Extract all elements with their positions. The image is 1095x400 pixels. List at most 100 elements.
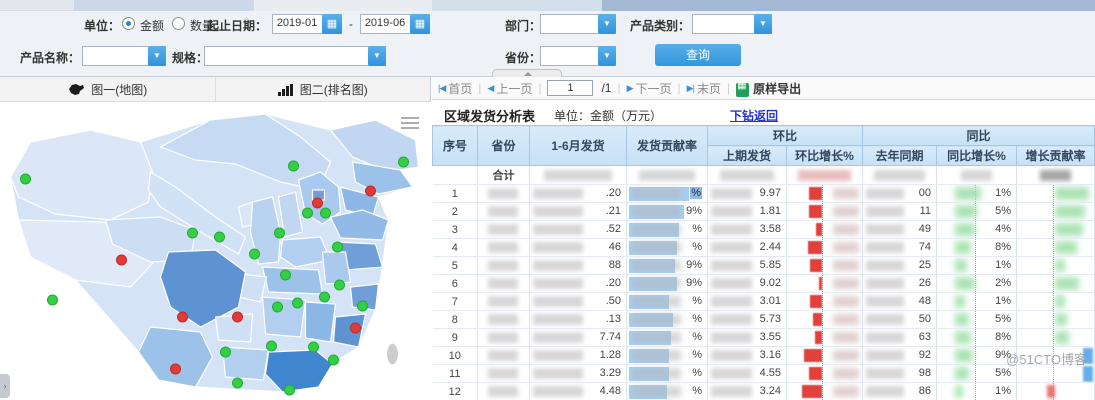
table-row[interactable]: 1 .20% 9.97 00 1% (432, 184, 1095, 203)
table-row[interactable]: 5 88 9% 5.85 25 1% (432, 256, 1095, 275)
growth-bar (1055, 331, 1070, 344)
cell-seq: 3 (432, 220, 478, 239)
map-marker-red[interactable] (312, 197, 323, 209)
date-from-value[interactable]: 2019-01 (273, 17, 321, 29)
table-row[interactable]: 11 3.29% 4.55 98 5% (432, 364, 1095, 383)
map-marker-green[interactable] (187, 227, 198, 239)
map-marker-green[interactable] (320, 207, 331, 219)
baseline (975, 329, 977, 346)
map-marker-red[interactable] (177, 311, 188, 323)
chevron-down-icon[interactable]: ▼ (598, 14, 616, 34)
category-dropdown[interactable]: ▼ (692, 14, 772, 34)
redacted-blur (833, 332, 860, 343)
cell-last-year: 98 (862, 364, 938, 383)
map-marker-green[interactable] (292, 297, 303, 309)
collapse-filter-handle[interactable] (492, 69, 562, 77)
cell-seq: 4 (432, 238, 478, 257)
map-marker-red[interactable] (170, 363, 181, 375)
cell-province (477, 274, 530, 293)
map-marker-green[interactable] (284, 384, 295, 396)
table-row[interactable]: 8 .13% 5.73 50 5% (432, 310, 1095, 329)
date-to-input[interactable]: 2019-06 ▦ (360, 14, 430, 34)
map-marker-green[interactable] (332, 241, 343, 253)
chevron-down-icon[interactable]: ▼ (368, 46, 386, 66)
map-marker-green[interactable] (274, 227, 285, 239)
province-label: 省份： (505, 51, 542, 65)
map-marker-green[interactable] (319, 291, 330, 303)
spec-dropdown[interactable]: ▼ (204, 46, 386, 66)
dept-dropdown[interactable]: ▼ (540, 14, 616, 34)
table-row[interactable]: 4 46% 2.44 74 8% (432, 238, 1095, 257)
last-page-button[interactable]: 末页 (697, 80, 721, 97)
map-marker-red[interactable] (116, 254, 127, 266)
redacted-blur (533, 332, 583, 343)
chevron-down-icon[interactable]: ▼ (148, 46, 166, 66)
map-marker-green[interactable] (288, 160, 299, 172)
unit-radio-quantity[interactable] (172, 17, 185, 30)
cell-mom-growth (786, 310, 864, 329)
redacted-blur (711, 188, 752, 199)
china-map[interactable] (0, 102, 431, 400)
prev-page-button[interactable]: 上一页 (496, 80, 532, 97)
tab-segment (432, 0, 602, 11)
tab-rank-chart[interactable]: 图二(排名图) (214, 77, 431, 101)
date-to-value[interactable]: 2019-06 (361, 17, 409, 29)
cell-contribution: % (626, 328, 708, 347)
map-marker-red[interactable] (232, 311, 243, 323)
cell-seq: 9 (432, 328, 478, 347)
unit-radio-amount[interactable] (122, 17, 135, 30)
product-dropdown[interactable]: ▼ (82, 46, 166, 66)
map-marker-green[interactable] (20, 173, 31, 185)
map-marker-green[interactable] (232, 377, 243, 389)
menu-icon[interactable] (401, 114, 419, 132)
map-marker-green[interactable] (272, 301, 283, 313)
table-row[interactable]: 3 .52% 3.58 49 4% (432, 220, 1095, 239)
first-page-button[interactable]: 首页 (448, 80, 472, 97)
calendar-icon[interactable]: ▦ (322, 14, 342, 34)
map-marker-green[interactable] (328, 354, 339, 366)
next-page-button[interactable]: 下一页 (636, 80, 672, 97)
map-marker-green[interactable] (266, 340, 277, 352)
product-label: 产品名称： (20, 51, 81, 65)
province-dropdown[interactable]: ▼ (540, 46, 616, 66)
table-row[interactable]: 9 7.74% 3.55 63 8% (432, 328, 1095, 347)
table-row[interactable]: 7 .50% 3.01 48 1% (432, 292, 1095, 311)
map-marker-red[interactable] (350, 322, 361, 334)
table-row[interactable]: 6 .20 9% 9.02 26 2% (432, 274, 1095, 293)
tab-map-chart[interactable]: 图一(地图) (0, 77, 215, 101)
map-marker-green[interactable] (214, 231, 225, 243)
drilldown-return-link[interactable]: 下钻返回 (730, 107, 778, 124)
yoy-bar (955, 205, 978, 218)
category-label: 产品类别： (630, 19, 691, 33)
map-marker-green[interactable] (398, 156, 409, 168)
unit-radio-amount-label[interactable]: 金额 (140, 17, 164, 34)
map-marker-green[interactable] (220, 346, 231, 358)
map-marker-red[interactable] (365, 185, 376, 197)
header-province: 省份 (477, 125, 530, 166)
date-from-input[interactable]: 2019-01 ▦ (272, 14, 342, 34)
map-marker-green[interactable] (249, 248, 260, 260)
table-row[interactable]: 2 .21 9% 1.81 11 5% (432, 202, 1095, 221)
total-row[interactable]: 合计 (432, 165, 1095, 185)
table-row[interactable]: 12 4.48% 3.24 86 1% (432, 382, 1095, 400)
cell-growth-contribution (1016, 310, 1095, 329)
china-map-svg[interactable] (0, 102, 431, 400)
query-button[interactable]: 查询 (655, 44, 741, 66)
cell-growth-contribution (1016, 256, 1095, 275)
map-marker-green[interactable] (280, 269, 291, 281)
chevron-down-icon[interactable]: ▼ (598, 46, 616, 66)
chevron-down-icon[interactable]: ▼ (754, 14, 772, 34)
map-marker-green[interactable] (308, 341, 319, 353)
map-marker-green[interactable] (334, 279, 345, 291)
tab-map-label: 图一(地图) (91, 82, 148, 97)
map-marker-green[interactable] (357, 300, 368, 312)
export-button[interactable]: 原样导出 (753, 80, 801, 97)
map-marker-green[interactable] (302, 207, 313, 219)
cell-prev-period: 2.44 (707, 238, 787, 257)
collapse-left-handle[interactable]: › (0, 374, 10, 398)
table-row[interactable]: 10 1.28% 3.16 92 9% (432, 346, 1095, 365)
map-marker-green[interactable] (47, 294, 58, 306)
calendar-icon[interactable]: ▦ (410, 14, 430, 34)
redacted-blur (866, 224, 904, 235)
page-number-input[interactable] (547, 80, 594, 96)
